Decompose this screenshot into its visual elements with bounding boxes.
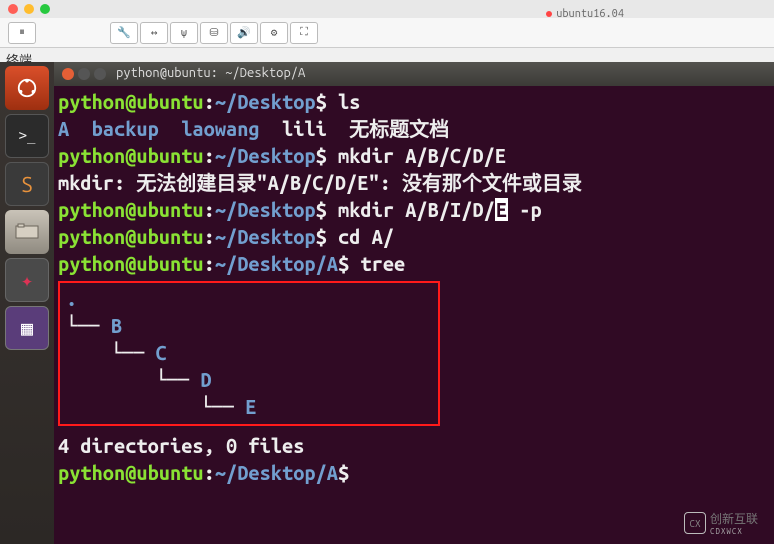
toolbar-spacer (38, 22, 108, 44)
vm-tab[interactable]: ubuntu16.04 (546, 8, 624, 20)
unity-launcher: >_ S ✦ ▦ (0, 62, 54, 544)
watermark-en: CDXWCX (710, 527, 758, 536)
vm-status-icon (546, 11, 552, 17)
sound-icon[interactable]: 🔊 (230, 22, 258, 44)
dash-icon[interactable] (5, 66, 49, 110)
usb-icon[interactable]: ψ (170, 22, 198, 44)
disk-icon[interactable]: ⛁ (200, 22, 228, 44)
files-icon[interactable] (5, 210, 49, 254)
file-lili: lili (282, 117, 327, 140)
prompt-user: python@ubuntu (58, 90, 204, 113)
cmd-tree: tree (360, 252, 405, 275)
terminal-window: python@ubuntu: ~/Desktop/A python@ubuntu… (54, 62, 774, 544)
watermark: CX 创新互联 CDXWCX (684, 510, 758, 536)
cursor-block: E (495, 198, 508, 221)
tree-summary: 4 directories, 0 files (58, 434, 304, 457)
file-laowang: laowang (181, 117, 259, 140)
file-untitled: 无标题文档 (349, 117, 449, 140)
window-close-icon[interactable] (62, 68, 74, 80)
cmd-mkdir2c: -p (508, 198, 542, 221)
fullscreen-icon[interactable]: ⛶ (290, 22, 318, 44)
cmd-mkdir1: mkdir A/B/C/D/E (338, 144, 506, 167)
terminal-body[interactable]: python@ubuntu:~/Desktop$ ls A backup lao… (54, 86, 774, 488)
file-a: A (58, 117, 69, 140)
network-icon[interactable]: ↔ (140, 22, 168, 44)
mac-min-icon[interactable] (24, 4, 34, 14)
watermark-logo-icon: CX (684, 512, 706, 534)
wrench-icon[interactable]: 🔧 (110, 22, 138, 44)
tree-e: E (245, 395, 256, 418)
vm-toolbar: ⏸ 🔧 ↔ ψ ⛁ 🔊 ⚙ ⛶ (0, 18, 774, 48)
vm-tab-label: ubuntu16.04 (556, 8, 624, 20)
mac-traffic-lights (0, 0, 774, 18)
mac-close-icon[interactable] (8, 4, 18, 14)
tree-output-highlight: . └── B └── C └── D └── E (58, 281, 440, 426)
prompt-path: ~/Desktop (215, 90, 316, 113)
terminal-icon[interactable]: >_ (5, 114, 49, 158)
mac-max-icon[interactable] (40, 4, 50, 14)
cmd-mkdir2a: mkdir A/B/ (338, 198, 450, 221)
ubuntu-desktop: >_ S ✦ ▦ python@ubuntu: ~/Desktop/A pyth… (0, 62, 774, 544)
file-backup: backup (92, 117, 159, 140)
tree-root: . (66, 287, 77, 310)
tree-d: D (200, 368, 211, 391)
cmd-mkdir2b: /D/ (461, 198, 495, 221)
sublime-icon[interactable]: S (5, 162, 49, 206)
pause-button[interactable]: ⏸ (8, 22, 36, 44)
terminal-title: python@ubuntu: ~/Desktop/A (116, 65, 305, 83)
mkdir-error: mkdir: 无法创建目录"A/B/C/D/E": 没有那个文件或目录 (58, 171, 582, 194)
terminal-titlebar[interactable]: python@ubuntu: ~/Desktop/A (54, 62, 774, 86)
settings-icon[interactable]: ⚙ (260, 22, 288, 44)
cmd-ls: ls (338, 90, 360, 113)
text-cursor-icon: I (450, 198, 461, 221)
tree-c: C (156, 341, 167, 364)
watermark-cn: 创新互联 (710, 510, 758, 527)
tree-b: B (111, 314, 122, 337)
window-min-icon[interactable] (78, 68, 90, 80)
window-max-icon[interactable] (94, 68, 106, 80)
system-settings-icon[interactable]: ✦ (5, 258, 49, 302)
cmd-cd: cd A/ (338, 225, 394, 248)
app-icon[interactable]: ▦ (5, 306, 49, 350)
